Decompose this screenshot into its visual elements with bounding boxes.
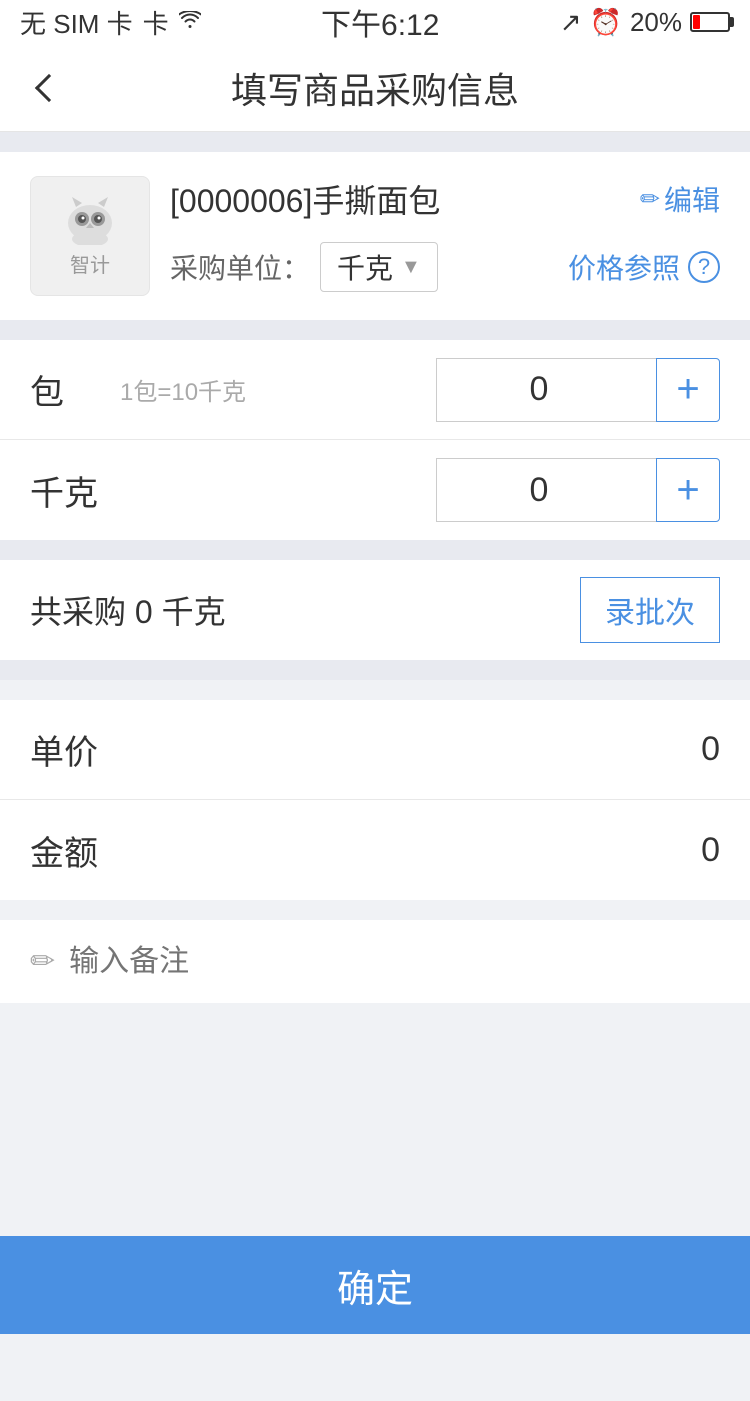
input-section: 包 1包=10千克 + 千克 + [0, 340, 750, 540]
bag-sublabel: 1包=10千克 [120, 372, 246, 407]
status-left: 无 SIM 卡 卡 [20, 4, 201, 41]
unit-price-row: 单价 0 [0, 700, 750, 800]
nav-bar: 填写商品采购信息 [0, 44, 750, 132]
back-arrow-icon [35, 73, 63, 101]
alarm-icon: ⏰ [590, 7, 622, 38]
summary-top-divider [0, 540, 750, 560]
bag-plus-icon: + [676, 367, 699, 412]
confirm-button[interactable]: 确定 [0, 1236, 750, 1334]
kg-input-row: 千克 + [0, 440, 750, 540]
bag-quantity-input[interactable] [436, 358, 656, 422]
location-icon: ↗ [560, 7, 582, 38]
price-section: 单价 0 金额 0 [0, 700, 750, 900]
logo-text: 智计 [70, 249, 110, 278]
edit-label: 编辑 [664, 179, 720, 219]
battery-percent: 20% [630, 7, 682, 38]
unit-prefix: 采购单位： [170, 247, 310, 287]
product-image: 智计 [30, 176, 150, 296]
kg-quantity-input[interactable] [436, 458, 656, 522]
bag-plus-button[interactable]: + [656, 358, 720, 422]
summary-bottom-divider [0, 660, 750, 680]
summary-section: 共采购 0 千克 录批次 [0, 560, 750, 660]
status-time: 下午6:12 [321, 0, 439, 44]
summary-value: 0 [135, 594, 153, 630]
amount-row: 金额 0 [0, 800, 750, 900]
wifi-icon [179, 9, 201, 35]
help-icon: ? [688, 251, 720, 283]
amount-label: 金额 [30, 826, 98, 875]
mid-divider [0, 320, 750, 340]
help-label: ? [698, 254, 710, 280]
price-ref-button[interactable]: 价格参照 ? [568, 247, 720, 287]
unit-label: 采购单位： 千克 ▼ [170, 242, 438, 292]
pencil-icon: ✏ [30, 944, 55, 979]
product-card: 智计 [0000006]手撕面包 ✏ 编辑 采购单位： 千克 ▼ 价格参照 ? [0, 152, 750, 320]
page-title: 填写商品采购信息 [231, 62, 519, 114]
product-name: [0000006]手撕面包 [170, 176, 440, 222]
summary-prefix: 共采购 [30, 594, 126, 630]
back-button[interactable] [0, 44, 88, 132]
carrier-label: 无 SIM 卡 [20, 4, 133, 41]
edit-icon: ✏ [640, 185, 660, 214]
status-bar: 无 SIM 卡 卡 下午6:12 ↗ ⏰ 20% [0, 0, 750, 44]
summary-unit: 千克 [162, 594, 226, 630]
bag-input-row: 包 1包=10千克 + [0, 340, 750, 440]
edit-button[interactable]: ✏ 编辑 [640, 179, 720, 219]
bag-label: 包 [30, 365, 110, 414]
dropdown-arrow-icon: ▼ [401, 256, 421, 279]
unit-value: 千克 [337, 247, 393, 287]
battery-icon [690, 12, 730, 32]
kg-input-controls: + [436, 458, 720, 522]
remark-section: ✏ [0, 920, 750, 1003]
batch-button[interactable]: 录批次 [580, 577, 720, 643]
remark-input[interactable] [69, 945, 720, 979]
kg-plus-button[interactable]: + [656, 458, 720, 522]
price-ref-label: 价格参照 [568, 247, 680, 287]
summary-text: 共采购 0 千克 [30, 587, 226, 633]
unit-price-value: 0 [701, 730, 720, 769]
product-info: [0000006]手撕面包 ✏ 编辑 采购单位： 千克 ▼ 价格参照 ? [170, 176, 720, 292]
status-right: ↗ ⏰ 20% [560, 7, 730, 38]
amount-value: 0 [701, 831, 720, 870]
kg-label: 千克 [30, 466, 110, 515]
unit-price-label: 单价 [30, 725, 98, 774]
top-divider [0, 132, 750, 152]
unit-select[interactable]: 千克 ▼ [320, 242, 438, 292]
sim-card-label: 卡 [143, 4, 169, 41]
bag-input-controls: + [436, 358, 720, 422]
kg-plus-icon: + [676, 468, 699, 513]
